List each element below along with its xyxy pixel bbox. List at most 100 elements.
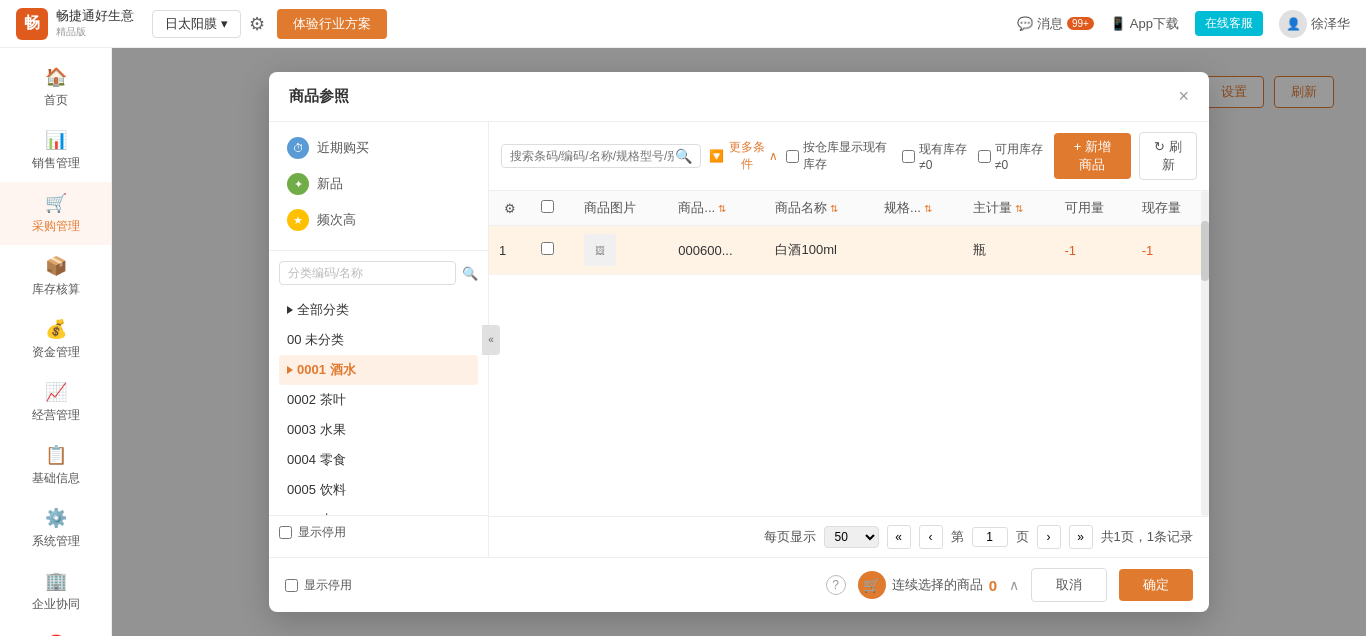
main-layout: 🏠 首页 📊 销售管理 🛒 采购管理 📦 库存核算 💰 资金管理 📈 经营管理 … — [0, 48, 1366, 636]
last-page-button[interactable]: » — [1069, 525, 1093, 549]
finance-icon: 💰 — [45, 318, 67, 340]
checkbox-available-input[interactable] — [902, 150, 915, 163]
category-item-00[interactable]: 00 未分类 — [279, 325, 478, 355]
category-all-label: 全部分类 — [297, 301, 349, 319]
modal-pagination: 每页显示 50 100 « ‹ 第 页 › » 共 — [489, 516, 1209, 557]
show-disabled-checkbox[interactable] — [279, 526, 292, 539]
category-label-0003: 0003 水果 — [287, 421, 346, 439]
sidebar-item-finance[interactable]: 💰 资金管理 — [0, 308, 111, 371]
page-suffix: 页 — [1016, 528, 1029, 546]
footer-collapse-icon[interactable]: ∧ — [1009, 577, 1019, 593]
nav-recent[interactable]: ⏱ 近期购买 — [277, 130, 480, 166]
per-page-select[interactable]: 50 100 — [824, 526, 879, 548]
checkbox-usable-label: 可用库存≠0 — [995, 141, 1046, 172]
table-row[interactable]: 1 🖼 000600... 白酒100ml — [489, 226, 1209, 275]
sidebar-item-operations[interactable]: 📈 经营管理 — [0, 371, 111, 434]
filter-button[interactable]: 🔽 更多条件 ∧ — [709, 139, 778, 173]
app-download-item[interactable]: 📱 App下载 — [1110, 15, 1179, 33]
cell-checkbox — [531, 226, 574, 275]
sidebar-item-basics[interactable]: 📋 基础信息 — [0, 434, 111, 497]
sidebar-label-basics: 基础信息 — [32, 470, 80, 487]
category-item-0005[interactable]: 0005 饮料 — [279, 475, 478, 505]
modal-overlay: 商品参照 × ⏱ 近期购买 ✦ — [112, 48, 1366, 636]
checkbox-available-label: 现有库存≠0 — [919, 141, 970, 172]
help-icon[interactable]: ? — [826, 575, 846, 595]
tenant-selector[interactable]: 日太阳膜 ▾ — [152, 10, 241, 38]
product-search-input[interactable] — [510, 149, 675, 163]
th-unit[interactable]: 主计量 ⇅ — [963, 191, 1055, 226]
table-scrollbar[interactable] — [1201, 191, 1209, 516]
prev-page-button[interactable]: ‹ — [919, 525, 943, 549]
nav-frequent[interactable]: ★ 频次高 — [277, 202, 480, 238]
category-item-0003[interactable]: 0003 水果 — [279, 415, 478, 445]
th-code[interactable]: 商品... ⇅ — [668, 191, 765, 226]
cell-available: -1 — [1055, 226, 1132, 275]
sidebar-item-inventory[interactable]: 📦 库存核算 — [0, 245, 111, 308]
purchase-icon: 🛒 — [45, 192, 67, 214]
inventory-icon: 📦 — [45, 255, 67, 277]
first-page-button[interactable]: « — [887, 525, 911, 549]
sidebar-item-enterprise[interactable]: 🏢 企业协同 — [0, 560, 111, 623]
sidebar-item-home[interactable]: 🏠 首页 — [0, 56, 111, 119]
product-reference-modal: 商品参照 × ⏱ 近期购买 ✦ — [269, 72, 1209, 612]
row-checkbox[interactable] — [541, 242, 554, 255]
sidebar-item-purchase[interactable]: 🛒 采购管理 — [0, 182, 111, 245]
sidebar-item-sales[interactable]: 📊 销售管理 — [0, 119, 111, 182]
category-search-row: 🔍 — [269, 255, 488, 291]
modal-left-panel: ⏱ 近期购买 ✦ 新品 ★ 频次高 — [269, 122, 489, 557]
add-product-button[interactable]: + 新增商品 — [1054, 133, 1132, 179]
sidebar-label-system: 系统管理 — [32, 533, 80, 550]
settings-icon[interactable]: ⚙ — [504, 201, 516, 216]
sidebar-item-system[interactable]: ⚙️ 系统管理 — [0, 497, 111, 560]
refresh-button[interactable]: ↻ 刷新 — [1139, 132, 1197, 180]
per-page-label: 每页显示 — [764, 528, 816, 546]
nav-right-area: 💬 消息 99+ 📱 App下载 在线客服 👤 徐泽华 — [1017, 10, 1350, 38]
th-stock: 现存量 — [1132, 191, 1209, 226]
sidebar-item-newbie[interactable]: 🎯 新手引导 — [0, 623, 111, 636]
logo-line1: 畅捷通好生意 — [56, 8, 134, 25]
gear-button[interactable]: ⚙ — [249, 13, 265, 35]
confirm-button[interactable]: 确定 — [1119, 569, 1193, 601]
collapse-toggle-button[interactable]: « — [482, 325, 500, 355]
category-item-0001[interactable]: 0001 酒水 — [279, 355, 478, 385]
checkbox-usable: 可用库存≠0 — [978, 141, 1046, 172]
modal-close-button[interactable]: × — [1178, 86, 1189, 107]
category-all[interactable]: 全部分类 — [279, 295, 478, 325]
checkbox-warehouse-input[interactable] — [786, 150, 799, 163]
category-item-0004[interactable]: 0004 零食 — [279, 445, 478, 475]
select-all-checkbox[interactable] — [541, 200, 554, 213]
checkbox-usable-input[interactable] — [978, 150, 991, 163]
cancel-button[interactable]: 取消 — [1031, 568, 1107, 602]
nav-new-product[interactable]: ✦ 新品 — [277, 166, 480, 202]
nav-divider — [269, 250, 488, 251]
th-spec[interactable]: 规格... ⇅ — [874, 191, 963, 226]
category-search-input[interactable] — [279, 261, 456, 285]
footer-show-disabled-checkbox[interactable] — [285, 579, 298, 592]
new-product-icon: ✦ — [287, 173, 309, 195]
trial-button[interactable]: 体验行业方案 — [277, 9, 387, 39]
category-search-icon[interactable]: 🔍 — [462, 266, 478, 281]
category-item-0002[interactable]: 0002 茶叶 — [279, 385, 478, 415]
product-search-icon[interactable]: 🔍 — [675, 148, 692, 164]
page-input[interactable] — [972, 527, 1008, 547]
product-table-wrap: ⚙ 商品图片 — [489, 191, 1209, 516]
th-stock-label: 现存量 — [1142, 200, 1181, 215]
modal-header: 商品参照 × — [269, 72, 1209, 122]
online-service-item[interactable]: 在线客服 — [1195, 11, 1263, 36]
user-item[interactable]: 👤 徐泽华 — [1279, 10, 1350, 38]
sort-icon-name: ⇅ — [830, 203, 838, 214]
cell-code: 000600... — [668, 226, 765, 275]
next-page-button[interactable]: › — [1037, 525, 1061, 549]
category-item-0008[interactable]: 0008 水 — [279, 505, 478, 515]
modal-toolbar: 🔍 🔽 更多条件 ∧ 按仓库显示现有库存 — [489, 122, 1209, 191]
message-item[interactable]: 💬 消息 99+ — [1017, 15, 1094, 33]
show-disabled-label: 显示停用 — [298, 524, 346, 541]
cart-wrap[interactable]: 🛒 连续选择的商品 0 — [858, 571, 997, 599]
product-table: ⚙ 商品图片 — [489, 191, 1209, 275]
th-checkbox — [531, 191, 574, 226]
modal-title: 商品参照 — [289, 87, 349, 106]
th-name[interactable]: 商品名称 ⇅ — [765, 191, 874, 226]
app-download-label: App下载 — [1130, 15, 1179, 33]
sidebar-label-finance: 资金管理 — [32, 344, 80, 361]
logo-sub: 精品版 — [56, 25, 134, 39]
